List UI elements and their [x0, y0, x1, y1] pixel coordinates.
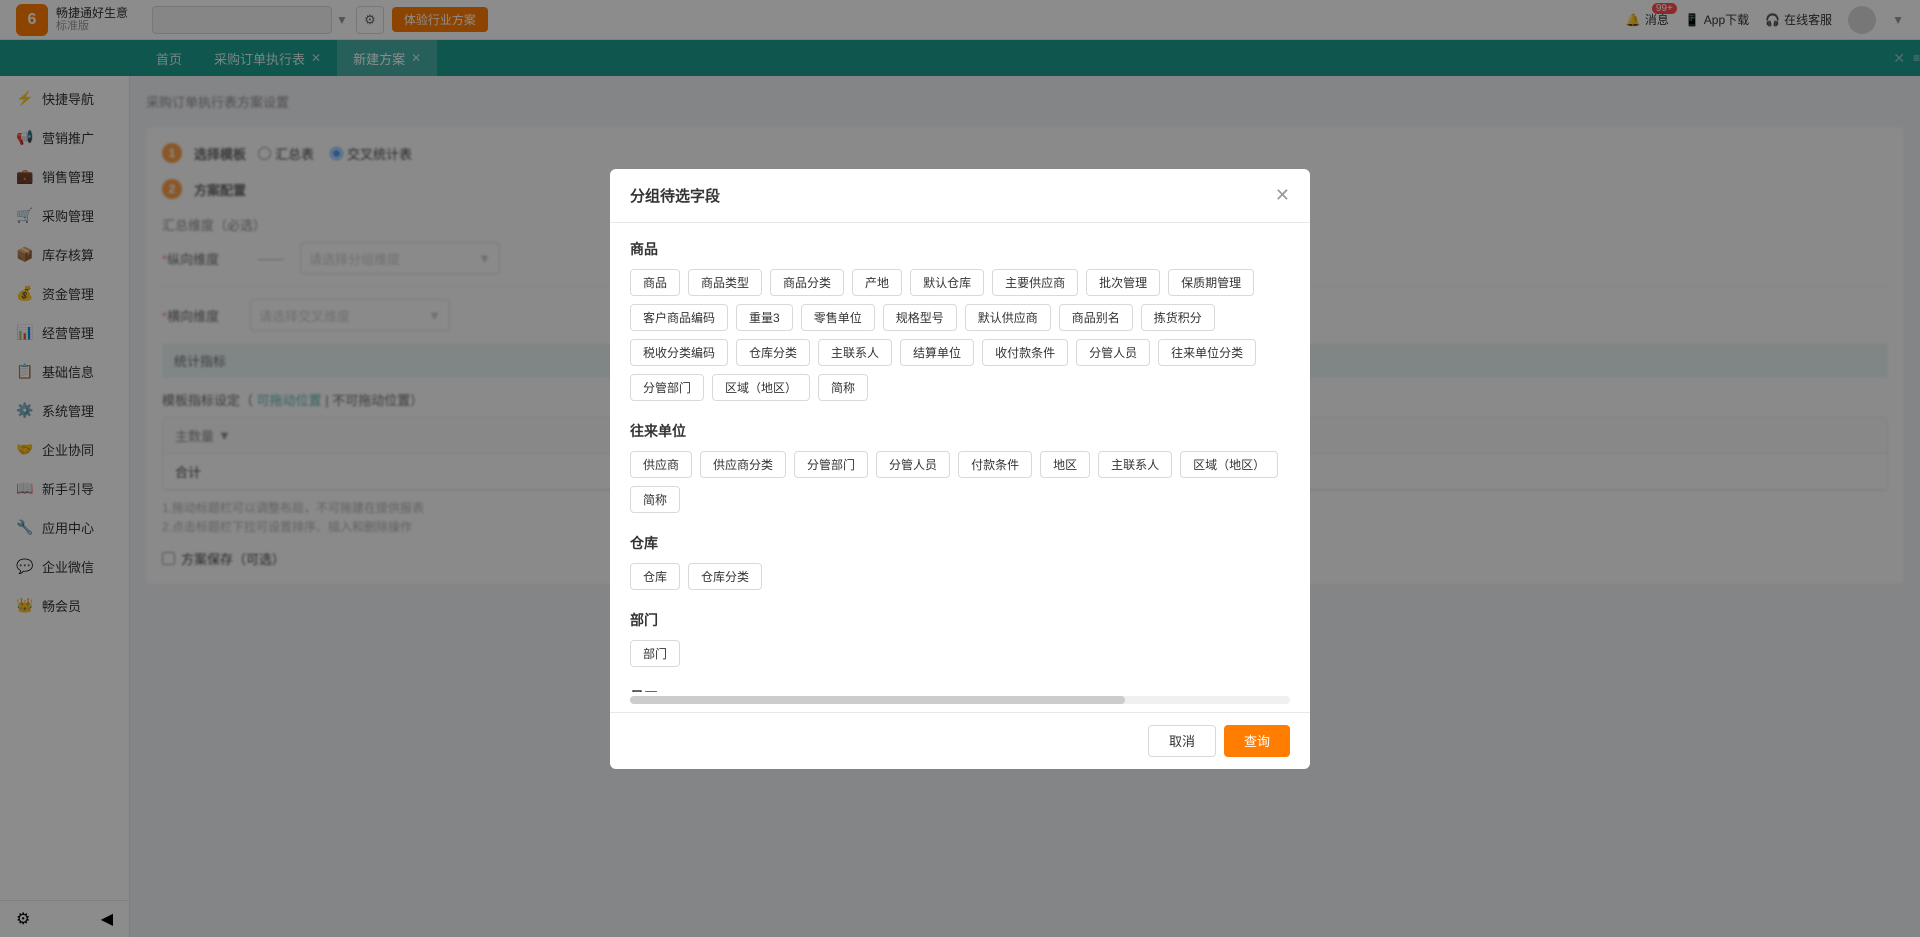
dialog-overlay: 分组待选字段 ✕ 商品商品商品类型商品分类产地默认仓库主要供应商批次管理保质期管… — [0, 0, 1920, 937]
field-tag-0-5[interactable]: 主要供应商 — [992, 269, 1078, 296]
field-tag-0-1[interactable]: 商品类型 — [688, 269, 762, 296]
field-tag-0-11[interactable]: 规格型号 — [883, 304, 957, 331]
field-tag-1-3[interactable]: 分管人员 — [876, 451, 950, 478]
field-tag-3-0[interactable]: 部门 — [630, 640, 680, 667]
field-section-3: 部门部门 — [630, 610, 1290, 667]
field-tags-2: 仓库仓库分类 — [630, 563, 1290, 590]
field-tag-0-20[interactable]: 分管人员 — [1076, 339, 1150, 366]
dialog-footer: 取消 查询 — [610, 712, 1310, 769]
field-tags-0: 商品商品类型商品分类产地默认仓库主要供应商批次管理保质期管理客户商品编码重量3 零… — [630, 269, 1290, 401]
field-tag-2-0[interactable]: 仓库 — [630, 563, 680, 590]
dialog-title: 分组待选字段 — [630, 185, 720, 206]
dialog-body: 商品商品商品类型商品分类产地默认仓库主要供应商批次管理保质期管理客户商品编码重量… — [610, 223, 1310, 692]
cancel-button[interactable]: 取消 — [1148, 725, 1216, 757]
field-tags-3: 部门 — [630, 640, 1290, 667]
field-section-title-0: 商品 — [630, 239, 1290, 259]
field-section-title-1: 往来单位 — [630, 421, 1290, 441]
field-tag-0-17[interactable]: 主联系人 — [818, 339, 892, 366]
field-tag-1-4[interactable]: 付款条件 — [958, 451, 1032, 478]
field-section-0: 商品商品商品类型商品分类产地默认仓库主要供应商批次管理保质期管理客户商品编码重量… — [630, 239, 1290, 401]
field-tag-0-7[interactable]: 保质期管理 — [1168, 269, 1254, 296]
field-tag-2-1[interactable]: 仓库分类 — [688, 563, 762, 590]
dialog-close-button[interactable]: ✕ — [1275, 186, 1290, 204]
field-tag-0-18[interactable]: 结算单位 — [900, 339, 974, 366]
field-section-title-2: 仓库 — [630, 533, 1290, 553]
field-tag-0-24[interactable]: 简称 — [818, 374, 868, 401]
confirm-button[interactable]: 查询 — [1224, 725, 1290, 757]
field-tag-0-9[interactable]: 重量3 — [736, 304, 793, 331]
field-tags-1: 供应商供应商分类分管部门分管人员付款条件地区主联系人区域（地区） 简称 — [630, 451, 1290, 513]
field-tag-0-16[interactable]: 仓库分类 — [736, 339, 810, 366]
field-tag-0-3[interactable]: 产地 — [852, 269, 902, 296]
field-tag-1-6[interactable]: 主联系人 — [1098, 451, 1172, 478]
field-section-title-3: 部门 — [630, 610, 1290, 630]
field-tag-0-13[interactable]: 商品别名 — [1059, 304, 1133, 331]
field-section-2: 仓库仓库仓库分类 — [630, 533, 1290, 590]
field-tag-1-0[interactable]: 供应商 — [630, 451, 692, 478]
field-tag-0-19[interactable]: 收付款条件 — [982, 339, 1068, 366]
field-tag-0-12[interactable]: 默认供应商 — [965, 304, 1051, 331]
field-tag-0-23[interactable]: 区域（地区） — [712, 374, 810, 401]
field-tag-0-22[interactable]: 分管部门 — [630, 374, 704, 401]
field-tag-1-2[interactable]: 分管部门 — [794, 451, 868, 478]
field-tag-1-1[interactable]: 供应商分类 — [700, 451, 786, 478]
field-tag-0-15[interactable]: 税收分类编码 — [630, 339, 728, 366]
dialog-header: 分组待选字段 ✕ — [610, 169, 1310, 223]
field-tag-1-8[interactable]: 简称 — [630, 486, 680, 513]
field-tag-0-10[interactable]: 零售单位 — [801, 304, 875, 331]
field-select-dialog: 分组待选字段 ✕ 商品商品商品类型商品分类产地默认仓库主要供应商批次管理保质期管… — [610, 169, 1310, 769]
field-tag-1-7[interactable]: 区域（地区） — [1180, 451, 1278, 478]
field-section-1: 往来单位供应商供应商分类分管部门分管人员付款条件地区主联系人区域（地区） 简称 — [630, 421, 1290, 513]
field-tag-0-21[interactable]: 往来单位分类 — [1158, 339, 1256, 366]
field-tag-0-0[interactable]: 商品 — [630, 269, 680, 296]
field-tag-0-2[interactable]: 商品分类 — [770, 269, 844, 296]
field-tag-0-4[interactable]: 默认仓库 — [910, 269, 984, 296]
field-tag-0-8[interactable]: 客户商品编码 — [630, 304, 728, 331]
field-tag-0-6[interactable]: 批次管理 — [1086, 269, 1160, 296]
dialog-scrollbar-thumb — [630, 696, 1125, 704]
field-tag-0-14[interactable]: 拣货积分 — [1141, 304, 1215, 331]
field-tag-1-5[interactable]: 地区 — [1040, 451, 1090, 478]
